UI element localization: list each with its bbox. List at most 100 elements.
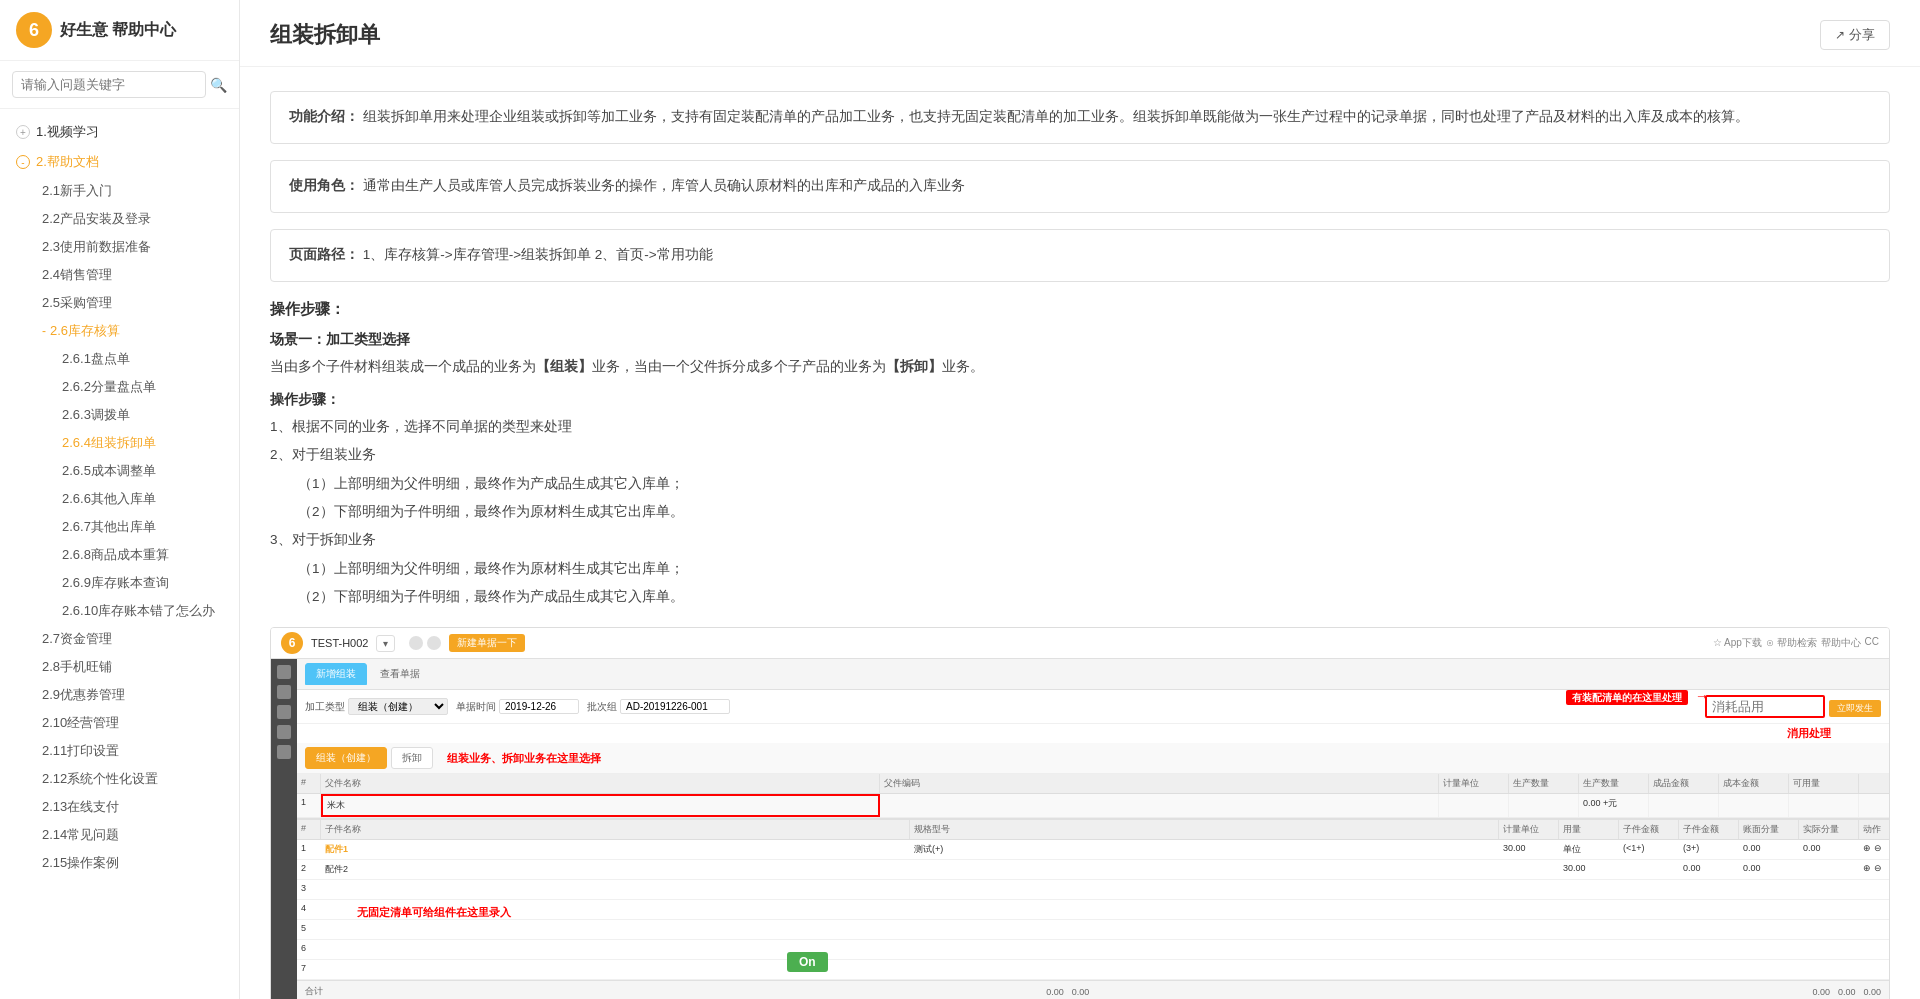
icon-bar-4: [277, 725, 291, 739]
sidebar-item-2-6-2[interactable]: 2.6.2分量盘点单: [54, 373, 239, 401]
utr1-3: [1439, 794, 1509, 817]
app-form-row1: 加工类型 组装（创建） 拆卸 单据时间 批: [297, 690, 1889, 724]
share-icon: ↗: [1835, 28, 1845, 42]
feature-intro-block: 功能介绍： 组装拆卸单用来处理企业组装或拆卸等加工业务，支持有固定装配清单的产品…: [270, 91, 1890, 144]
sidebar-item-2-15[interactable]: 2.15操作案例: [34, 849, 239, 877]
uth-1: 父件名称: [321, 774, 880, 793]
sidebar-item-2-7[interactable]: 2.7资金管理: [34, 625, 239, 653]
sidebar-item-2-11[interactable]: 2.11打印设置: [34, 737, 239, 765]
role-label: 使用角色：: [289, 178, 359, 193]
logo-icon: 6: [16, 12, 52, 48]
sidebar-item-2-3[interactable]: 2.3使用前数据准备: [34, 233, 239, 261]
annotation1-container: 有装配清单的在这里处理 →: [1566, 688, 1709, 705]
path-block: 页面路径： 1、库存核算->库存管理->组装拆卸单 2、首页->常用功能: [270, 229, 1890, 282]
sidebar-item-2-6-4[interactable]: 2.6.4组装拆卸单: [54, 429, 239, 457]
upper-table-row1: 1 米木 0.00 +元: [297, 794, 1889, 818]
app-tab-view[interactable]: 查看单据: [369, 663, 431, 685]
right-input[interactable]: [1705, 695, 1825, 718]
total-label: 合计: [305, 985, 323, 998]
app-form-batch: 批次组: [587, 699, 730, 714]
sidebar-item-2-10[interactable]: 2.10经营管理: [34, 709, 239, 737]
ltr1-8: 0.00: [1799, 840, 1859, 859]
sidebar-item-2-6-8[interactable]: 2.6.8商品成本重算: [54, 541, 239, 569]
app-dropdown[interactable]: ▾: [376, 635, 395, 652]
form-batch-input[interactable]: [620, 699, 730, 714]
uth-5: 生产数量: [1579, 774, 1649, 793]
lth-3: 计量单位: [1499, 820, 1559, 839]
sidebar-item-2-14[interactable]: 2.14常见问题: [34, 821, 239, 849]
sidebar-item-2-6-9[interactable]: 2.6.9库存账本查询: [54, 569, 239, 597]
sidebar-item-2-12[interactable]: 2.12系统个性化设置: [34, 765, 239, 793]
sidebar-item-2-6-1[interactable]: 2.6.1盘点单: [54, 345, 239, 373]
path-text: 1、库存核算->库存管理->组装拆卸单 2、首页->常用功能: [363, 247, 713, 262]
sidebar-item-2-8[interactable]: 2.8手机旺铺: [34, 653, 239, 681]
ltr2: 2 配件2 30.00 0.00 0.00 ⊕ ⊖: [297, 860, 1889, 880]
uth-9: [1859, 774, 1889, 793]
lower-table: # 子件名称 规格型号 计量单位 用量 子件金额 子件金额 账面分量 实际分量 …: [297, 820, 1889, 980]
main-header: 组装拆卸单 ↗ 分享: [240, 0, 1920, 67]
total-2: 0.00: [1072, 987, 1090, 997]
sidebar-item-2-6-6[interactable]: 2.6.6其他入库单: [54, 485, 239, 513]
ltr7-0: 7: [297, 960, 321, 979]
type-btn-assemble[interactable]: 组装（创建）: [305, 747, 387, 769]
scenario1-title: 场景一：加工类型选择: [270, 331, 1890, 349]
icon-bar-3: [277, 705, 291, 719]
lth-7: 账面分量: [1739, 820, 1799, 839]
search-input[interactable]: [12, 71, 206, 98]
ltr1-3: 30.00: [1499, 840, 1559, 859]
share-button[interactable]: ↗ 分享: [1820, 20, 1890, 50]
app-tabs: 新增组装 查看单据: [297, 659, 1889, 690]
ltr2-8: [1799, 860, 1859, 879]
app-nav-item2: ⊙ 帮助检索: [1766, 636, 1817, 650]
ltr1-0: 1: [297, 840, 321, 859]
utr1-9: [1859, 794, 1889, 817]
sidebar-item-2-6-7[interactable]: 2.6.7其他出库单: [54, 513, 239, 541]
search-button[interactable]: 🔍: [210, 77, 227, 93]
form-date-input[interactable]: [499, 699, 579, 714]
step2-1: （1）上部明细为父件明细，最终作为产成品生成其它入库单；: [298, 472, 1890, 496]
sidebar-item-2-9[interactable]: 2.9优惠券管理: [34, 681, 239, 709]
sidebar-item-2-13[interactable]: 2.13在线支付: [34, 793, 239, 821]
page-title: 组装拆卸单: [270, 20, 380, 50]
app-icon-bar: [271, 659, 297, 999]
icon-bar-1: [277, 665, 291, 679]
ltr1-6: (3+): [1679, 840, 1739, 859]
app-new-btn[interactable]: 新建单据一下: [449, 634, 525, 652]
collapse-2-6-icon[interactable]: -: [42, 324, 46, 338]
app-tab-new[interactable]: 新增组装: [305, 663, 367, 685]
ltr2-9: ⊕ ⊖: [1859, 860, 1889, 879]
bottom-totals: 合计 0.00 0.00 0.00 0.00 0.00: [297, 980, 1889, 999]
step3: 3、对于拆卸业务: [270, 528, 1890, 552]
sidebar-item-2-6-5[interactable]: 2.6.5成本调整单: [54, 457, 239, 485]
utr1-1[interactable]: 米木: [321, 794, 880, 817]
app-form-type: 加工类型 组装（创建） 拆卸: [305, 698, 448, 715]
sidebar-item-2-6-10[interactable]: 2.6.10库存账本错了怎么办: [54, 597, 239, 625]
screenshot-container: 6 TEST-H002 ▾ 新建单据一下 ☆ App下载 ⊙ 帮助检索 帮助中心…: [270, 627, 1890, 999]
uth-3: 计量单位: [1439, 774, 1509, 793]
utr1-7: [1719, 794, 1789, 817]
sidebar-item-2-6-group: - 2.6库存核算: [34, 317, 239, 345]
uth-6: 成品金额: [1649, 774, 1719, 793]
sidebar-item-video[interactable]: + 1.视频学习: [0, 117, 239, 147]
app-body: 新增组装 查看单据 加工类型 组装（创建） 拆卸: [271, 659, 1889, 999]
lth-0: #: [297, 820, 321, 839]
ltr1-9: ⊕ ⊖: [1859, 840, 1889, 859]
sidebar-item-2-6-3[interactable]: 2.6.3调拨单: [54, 401, 239, 429]
ops-steps-title2: 操作步骤：: [270, 391, 1890, 409]
sidebar-item-docs[interactable]: - 2.帮助文档: [0, 147, 239, 177]
role-text: 通常由生产人员或库管人员完成拆装业务的操作，库管人员确认原材料的出库和产成品的入…: [363, 178, 965, 193]
ltr2-7: 0.00: [1739, 860, 1799, 879]
ltr2-4: 30.00: [1559, 860, 1619, 879]
confirm-btn[interactable]: 立即发生: [1829, 700, 1881, 717]
lth-1: 子件名称: [321, 820, 910, 839]
step3-1: （1）上部明细为父件明细，最终作为原材料生成其它出库单；: [298, 557, 1890, 581]
sidebar-item-2-6[interactable]: 2.6库存核算: [50, 322, 120, 340]
form-type-select[interactable]: 组装（创建） 拆卸: [348, 698, 448, 715]
icon-bar-2: [277, 685, 291, 699]
sidebar-item-2-5[interactable]: 2.5采购管理: [34, 289, 239, 317]
type-btn-disassemble[interactable]: 拆卸: [391, 747, 433, 769]
sidebar-item-2-2[interactable]: 2.2产品安装及登录: [34, 205, 239, 233]
utr1-8: [1789, 794, 1859, 817]
sidebar-item-2-4[interactable]: 2.4销售管理: [34, 261, 239, 289]
sidebar-item-2-1[interactable]: 2.1新手入门: [34, 177, 239, 205]
